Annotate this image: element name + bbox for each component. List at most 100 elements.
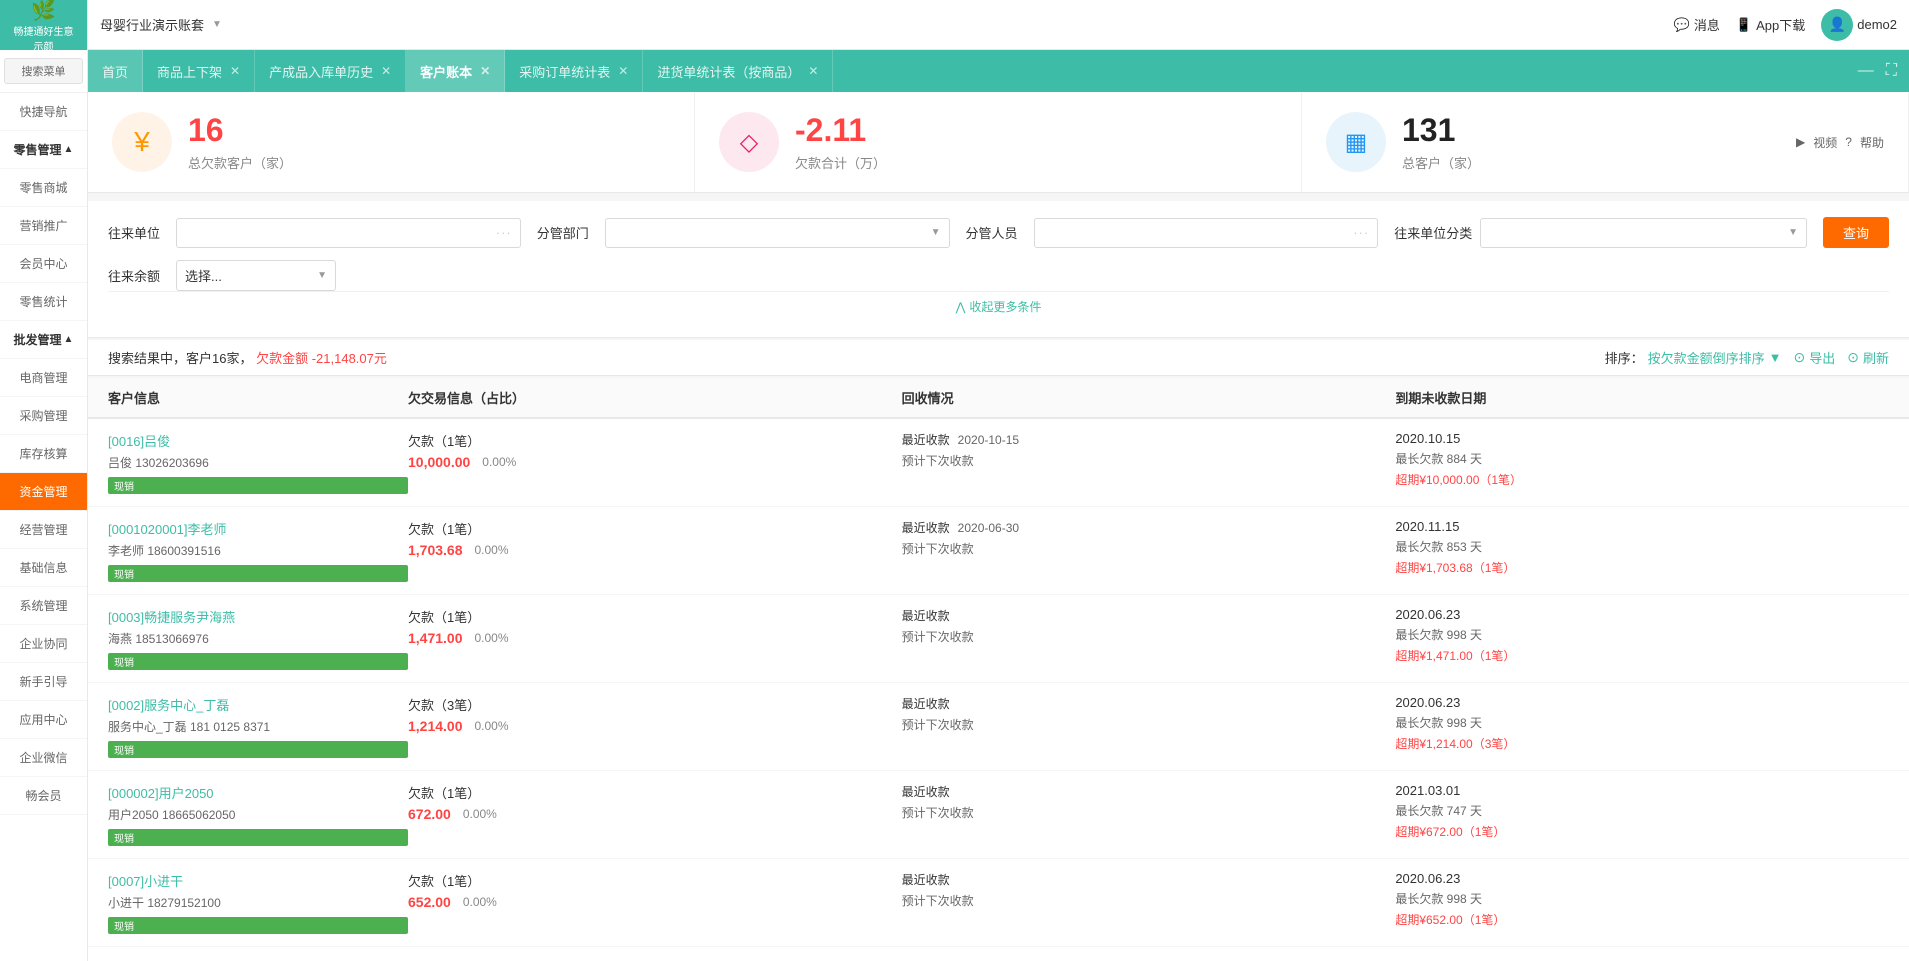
sidebar-item-retail-shop[interactable]: 零售商城 bbox=[0, 169, 87, 207]
tab-label-2: 产成品入库单历史 bbox=[269, 62, 373, 81]
recovery-next-3: 预计下次收款 bbox=[902, 716, 1396, 733]
export-btn[interactable]: ⊙ 导出 bbox=[1794, 348, 1836, 367]
overdue-link-0[interactable]: 超期¥10,000.00（1笔） bbox=[1395, 471, 1889, 488]
filter-category-select[interactable]: ▼ bbox=[1480, 218, 1807, 248]
search-menu-button[interactable]: 搜索菜单 bbox=[4, 58, 83, 84]
filter-unit-dots: ··· bbox=[496, 225, 512, 240]
recovery-recent-label-5: 最近收款 bbox=[902, 871, 950, 888]
sidebar-item-inventory-calc[interactable]: 库存核算 bbox=[0, 435, 87, 473]
filter-row-2: 往来余额 选择... ▼ bbox=[108, 260, 1889, 291]
recovery-info-3: 最近收款预计下次收款 bbox=[902, 695, 1396, 733]
recovery-info-2: 最近收款预计下次收款 bbox=[902, 607, 1396, 645]
tabs-minimize-btn[interactable]: — bbox=[1854, 60, 1878, 82]
sidebar-item-chang-member[interactable]: 畅会员 bbox=[0, 777, 87, 815]
tab-close-5[interactable]: ✕ bbox=[808, 64, 818, 78]
table-header-col-1: 欠交易信息（占比） bbox=[408, 388, 902, 407]
recovery-recent-2: 最近收款 bbox=[902, 607, 1396, 624]
message-btn[interactable]: 💬 消息 bbox=[1674, 15, 1720, 34]
recovery-recent-1: 最近收款2020-06-30 bbox=[902, 519, 1396, 536]
filter-balance-select[interactable]: 选择... ▼ bbox=[176, 260, 336, 291]
sidebar-item-purchase-mgmt[interactable]: 采购管理 bbox=[0, 397, 87, 435]
recovery-recent-4: 最近收款 bbox=[902, 783, 1396, 800]
filter-item-unit: 往来单位 ··· bbox=[108, 218, 521, 248]
sidebar-item-newbie-guide[interactable]: 新手引导 bbox=[0, 663, 87, 701]
sidebar-item-wholesale-mgmt[interactable]: 批发管理▲ bbox=[0, 321, 87, 359]
nav-arrow-icon: ▲ bbox=[64, 334, 74, 345]
debt-info-0: 欠款（1笔）10,000.000.00% bbox=[408, 431, 902, 470]
filter-collapse-btn[interactable]: ⋀ 收起更多条件 bbox=[108, 291, 1889, 321]
collapse-arrow-icon: ⋀ bbox=[956, 300, 966, 314]
sidebar-item-business-mgmt[interactable]: 经营管理 bbox=[0, 511, 87, 549]
tab-close-2[interactable]: ✕ bbox=[381, 64, 391, 78]
sort-arrow-icon: ▼ bbox=[1769, 350, 1782, 365]
sidebar-item-ecommerce-mgmt[interactable]: 电商管理 bbox=[0, 359, 87, 397]
search-button[interactable]: 查询 bbox=[1823, 217, 1889, 248]
recovery-info-1: 最近收款2020-06-30预计下次收款 bbox=[902, 519, 1396, 557]
help-label[interactable]: 帮助 bbox=[1860, 134, 1884, 151]
recovery-recent-label-0: 最近收款 bbox=[902, 431, 950, 448]
tab-label-0: 首页 bbox=[102, 62, 128, 81]
tab-3[interactable]: 客户账本 ✕ bbox=[406, 50, 505, 92]
sidebar-item-wechat-work[interactable]: 企业微信 bbox=[0, 739, 87, 777]
tab-close-4[interactable]: ✕ bbox=[618, 64, 628, 78]
table-row: [0006]去下粮仓陈小希现销欠款（1笔）455.900.00%最近收款预计下次… bbox=[88, 947, 1909, 961]
sidebar-item-quick-nav[interactable]: 快捷导航 bbox=[0, 93, 87, 131]
customer-name-3[interactable]: [0002]服务中心_丁磊 bbox=[108, 695, 408, 714]
tab-2[interactable]: 产成品入库单历史 ✕ bbox=[255, 50, 406, 92]
customer-tag-0: 现销 bbox=[108, 477, 408, 494]
filter-balance-label: 往来余额 bbox=[108, 266, 168, 285]
overdue-link-3[interactable]: 超期¥1,214.00（3笔） bbox=[1395, 735, 1889, 752]
sidebar-item-retail-stats[interactable]: 零售统计 bbox=[0, 283, 87, 321]
results-amount: 欠款金额 -21,148.07元 bbox=[256, 351, 387, 366]
debt-amount-number: -2.11 bbox=[795, 112, 886, 149]
results-info: 搜索结果中，客户16家， 欠款金额 -21,148.07元 bbox=[108, 348, 387, 367]
tab-close-1[interactable]: ✕ bbox=[230, 64, 240, 78]
customer-name-2[interactable]: [0003]畅捷服务尹海燕 bbox=[108, 607, 408, 626]
overdue-link-4[interactable]: 超期¥672.00（1笔） bbox=[1395, 823, 1889, 840]
results-summary: 搜索结果中，客户16家 bbox=[108, 351, 239, 366]
app-download-btn[interactable]: 📱 App下载 bbox=[1736, 15, 1805, 34]
sidebar-item-marketing[interactable]: 营销推广 bbox=[0, 207, 87, 245]
overdue-link-5[interactable]: 超期¥652.00（1笔） bbox=[1395, 911, 1889, 928]
company-dropdown-arrow[interactable]: ▼ bbox=[212, 19, 222, 30]
tab-5[interactable]: 进货单统计表（按商品）✕ bbox=[643, 50, 833, 92]
overdue-link-2[interactable]: 超期¥1,471.00（1笔） bbox=[1395, 647, 1889, 664]
customer-name-4[interactable]: [000002]用户2050 bbox=[108, 783, 408, 802]
tabs-maximize-btn[interactable]: ⛶ bbox=[1882, 60, 1901, 82]
recovery-recent-0: 最近收款2020-10-15 bbox=[902, 431, 1396, 448]
video-label[interactable]: 视频 bbox=[1813, 134, 1837, 151]
sort-value-btn[interactable]: 按欠款金额倒序排序 bbox=[1648, 348, 1765, 367]
tab-0[interactable]: 首页 bbox=[88, 50, 143, 92]
sidebar-item-basic-info[interactable]: 基础信息 bbox=[0, 549, 87, 587]
overdue-info-5: 2020.06.23最长欠款 998 天 超期¥652.00（1笔） bbox=[1395, 871, 1889, 928]
sidebar-item-member-center[interactable]: 会员中心 bbox=[0, 245, 87, 283]
sidebar-item-enterprise-collab[interactable]: 企业协同 bbox=[0, 625, 87, 663]
sidebar-item-retail-mgmt[interactable]: 零售管理▲ bbox=[0, 131, 87, 169]
filter-person-input[interactable]: ··· bbox=[1034, 218, 1379, 248]
debt-count-1: 欠款（1笔） bbox=[408, 519, 902, 538]
debt-info-3: 欠款（3笔）1,214.000.00% bbox=[408, 695, 902, 734]
tab-4[interactable]: 采购订单统计表✕ bbox=[505, 50, 643, 92]
tab-label-3: 客户账本 bbox=[420, 62, 472, 81]
debt-info-2: 欠款（1笔）1,471.000.00% bbox=[408, 607, 902, 646]
logo-icon: 🌿 bbox=[31, 0, 56, 23]
overdue-info-1: 2020.11.15最长欠款 853 天 超期¥1,703.68（1笔） bbox=[1395, 519, 1889, 576]
sidebar-item-fund-mgmt[interactable]: 资金管理 bbox=[0, 473, 87, 511]
customer-name-1[interactable]: [0001020001]李老师 bbox=[108, 519, 408, 538]
filter-unit-input[interactable]: ··· bbox=[176, 218, 521, 248]
tab-close-3[interactable]: ✕ bbox=[480, 64, 490, 78]
customer-name-0[interactable]: [0016]吕俊 bbox=[108, 431, 408, 450]
debt-percent-0: 0.00% bbox=[482, 455, 516, 469]
refresh-btn[interactable]: ⊙ 刷新 bbox=[1847, 348, 1889, 367]
tab-1[interactable]: 商品上下架✕ bbox=[143, 50, 255, 92]
overdue-link-1[interactable]: 超期¥1,703.68（1笔） bbox=[1395, 559, 1889, 576]
table-row: [0007]小进干小进干 18279152100现销欠款（1笔）652.000.… bbox=[88, 859, 1909, 947]
sidebar-item-sys-mgmt[interactable]: 系统管理 bbox=[0, 587, 87, 625]
debt-info-4: 欠款（1笔）672.000.00% bbox=[408, 783, 902, 822]
export-label: 导出 bbox=[1809, 348, 1835, 367]
customer-info-4: [000002]用户2050用户2050 18665062050现销 bbox=[108, 783, 408, 846]
customer-name-5[interactable]: [0007]小进干 bbox=[108, 871, 408, 890]
sidebar-item-app-center[interactable]: 应用中心 bbox=[0, 701, 87, 739]
user-avatar-area[interactable]: 👤 demo2 bbox=[1821, 9, 1897, 41]
filter-dept-select[interactable]: ▼ bbox=[605, 218, 950, 248]
